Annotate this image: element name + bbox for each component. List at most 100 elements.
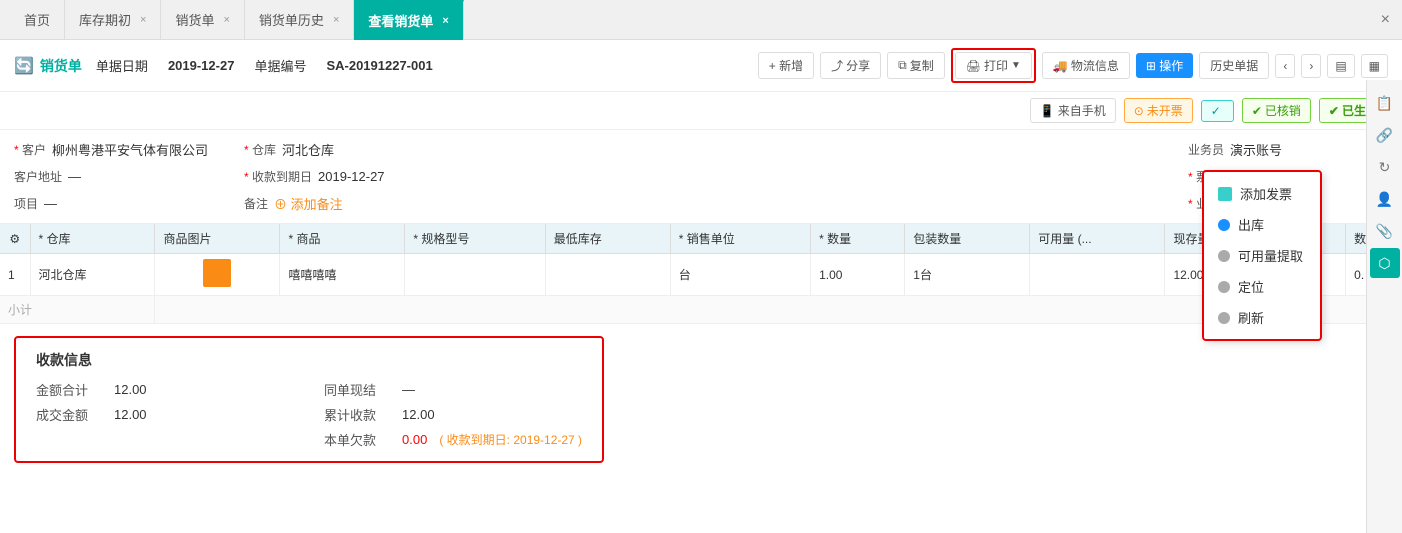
dropdown-menu: 添加发票 出库 可用量提取 定位 刷新	[1202, 170, 1322, 341]
note-add[interactable]: ⊕ 添加备注	[274, 194, 343, 213]
current-due-row: 本单欠款 0.00 ( 收款到期日: 2019-12-27 )	[324, 430, 582, 449]
tab-sales-order[interactable]: 销货单 ×	[161, 0, 244, 40]
row-min-stock	[545, 254, 670, 296]
form-area: 客户 柳州粤港平安气体有限公司 仓库 河北仓库 业务员 演示账号 客户地址 —	[0, 130, 1402, 223]
staff-value[interactable]: 演示账号	[1230, 140, 1282, 159]
row-spec[interactable]	[405, 254, 545, 296]
locate-icon	[1218, 281, 1230, 293]
share-button[interactable]: ⤴ 分享	[820, 52, 881, 79]
share-label: 分享	[846, 57, 870, 74]
col-image: 商品图片	[155, 224, 280, 254]
not-open-button[interactable]: ⊙ 未开票	[1124, 98, 1193, 123]
payment-title: 收款信息	[36, 350, 582, 370]
effective-icon: ✔	[1329, 104, 1339, 118]
logistics-button[interactable]: 🚚 物流信息	[1042, 52, 1130, 79]
dropdown-outbound[interactable]: 出库	[1204, 209, 1320, 240]
dropdown-refresh[interactable]: 刷新	[1204, 302, 1320, 333]
payment-section: 收款信息 金额合计 12.00 同单现结 — 成交金额 12.00	[0, 328, 1402, 471]
no-value: SA-20191227-001	[326, 58, 432, 73]
sidebar-icon-expand[interactable]: ⬡	[1370, 248, 1400, 278]
tab-inventory-init-label: 库存期初	[79, 10, 131, 29]
doc-actions: + 新增 ⤴ 分享 ⧉ 复制 🖨 打印 ▼ 🚚	[758, 48, 1388, 83]
customer-value[interactable]: 柳州粤港平安气体有限公司	[52, 140, 212, 159]
view2-button[interactable]: ▦	[1361, 54, 1388, 78]
tab-sales-history-close[interactable]: ×	[333, 14, 339, 26]
add-invoice-label: 添加发票	[1240, 184, 1292, 203]
tab-inventory-init-close[interactable]: ×	[140, 14, 146, 26]
tab-view-sales[interactable]: 查看销货单 ×	[354, 0, 463, 40]
tab-home[interactable]: 首页	[10, 0, 65, 40]
print-button[interactable]: 🖨 打印 ▼	[955, 52, 1032, 79]
new-button[interactable]: + 新增	[758, 52, 814, 79]
tab-inventory-init[interactable]: 库存期初 ×	[65, 0, 161, 40]
print-dropdown-icon: ▼	[1011, 60, 1021, 71]
not-open-icon: ⊙	[1134, 104, 1144, 118]
logistics-label: 物流信息	[1071, 57, 1119, 74]
tab-home-label: 首页	[24, 10, 50, 29]
col-gear[interactable]: ⚙	[0, 224, 30, 254]
row-pkg-qty[interactable]: 1台	[905, 254, 1030, 296]
current-due-value: 0.00	[402, 432, 427, 447]
deal-amount-label: 成交金额	[36, 405, 106, 424]
amount-value: 12.00	[114, 382, 147, 397]
sidebar-icon-3[interactable]: ↻	[1370, 152, 1400, 182]
note-field: 备注 ⊕ 添加备注	[244, 194, 444, 213]
dropdown-add-invoice[interactable]: 添加发票	[1204, 178, 1320, 209]
from-phone-button[interactable]: 📱 来自手机	[1030, 98, 1116, 123]
col-qty: * 数量	[811, 224, 905, 254]
due-date-value[interactable]: 2019-12-27	[318, 169, 385, 184]
products-table: ⚙ * 仓库 商品图片 * 商品 * 规格型号 最低库存 * 销售单位 * 数量…	[0, 224, 1402, 324]
cancelled-button[interactable]: ✔ 已核销	[1242, 98, 1311, 123]
cancelled-label: 已核销	[1265, 102, 1301, 119]
due-date-field: 收款到期日 2019-12-27	[244, 168, 444, 185]
date-value: 2019-12-27	[168, 58, 235, 73]
subtotal-label: 小计	[0, 296, 155, 324]
row-qty[interactable]: 1.00	[811, 254, 905, 296]
window-close-button[interactable]: ×	[1381, 11, 1390, 29]
check-button[interactable]: ✓	[1201, 100, 1234, 122]
address-value: —	[68, 169, 81, 184]
sidebar-icon-5[interactable]: 📎	[1370, 216, 1400, 246]
form-row-3: 项目 — 备注 ⊕ 添加备注 业务员孟 —	[14, 194, 1388, 213]
copy-label: 复制	[910, 57, 934, 74]
tab-view-sales-close[interactable]: ×	[442, 15, 448, 27]
next-button[interactable]: ›	[1301, 54, 1321, 78]
col-min-stock: 最低库存	[545, 224, 670, 254]
note-label: 备注	[244, 195, 268, 212]
row-warehouse[interactable]: 河北仓库	[30, 254, 155, 296]
sales-order-icon: 🔄	[14, 56, 34, 76]
staff-label: 业务员	[1188, 141, 1224, 158]
tab-sales-history[interactable]: 销货单历史 ×	[245, 0, 354, 40]
accumulated-label: 累计收款	[324, 405, 394, 424]
row-available	[1030, 254, 1165, 296]
tab-bar: 首页 库存期初 × 销货单 × 销货单历史 × 查看销货单 × ×	[0, 0, 1402, 40]
current-due-label: 本单欠款	[324, 430, 394, 449]
not-open-label: 未开票	[1147, 102, 1183, 119]
print-icon: 🖨	[966, 59, 981, 73]
from-phone-label: 来自手机	[1058, 102, 1106, 119]
warehouse-value[interactable]: 河北仓库	[282, 140, 334, 159]
sidebar-icon-2[interactable]: 🔗	[1370, 120, 1400, 150]
col-available: 可用量 (...	[1030, 224, 1165, 254]
refresh-label: 刷新	[1238, 308, 1264, 327]
copy-button[interactable]: ⧉ 复制	[887, 52, 945, 79]
no-label: 单据编号	[254, 56, 306, 75]
tab-sales-order-close[interactable]: ×	[223, 14, 229, 26]
outbound-label: 出库	[1238, 215, 1264, 234]
project-value: —	[44, 196, 57, 211]
due-note: ( 收款到期日: 2019-12-27 )	[439, 431, 582, 448]
view1-button[interactable]: ▤	[1327, 54, 1354, 78]
row-product[interactable]: 嘻嘻嘻嘻	[280, 254, 405, 296]
due-date-label: 收款到期日	[244, 168, 312, 185]
plus-icon: ⊕	[274, 197, 287, 212]
row-unit[interactable]: 台	[670, 254, 810, 296]
dropdown-available-qty[interactable]: 可用量提取	[1204, 240, 1320, 271]
dropdown-locate[interactable]: 定位	[1204, 271, 1320, 302]
sidebar-icon-4[interactable]: 👤	[1370, 184, 1400, 214]
operations-button[interactable]: ⊞ 操作	[1136, 53, 1193, 78]
sidebar-icon-1[interactable]: 📋	[1370, 88, 1400, 118]
prev-button[interactable]: ‹	[1275, 54, 1295, 78]
deal-amount-value: 12.00	[114, 407, 147, 422]
history-button[interactable]: 历史单据	[1199, 52, 1269, 79]
customer-field: 客户 柳州粤港平安气体有限公司	[14, 140, 214, 159]
